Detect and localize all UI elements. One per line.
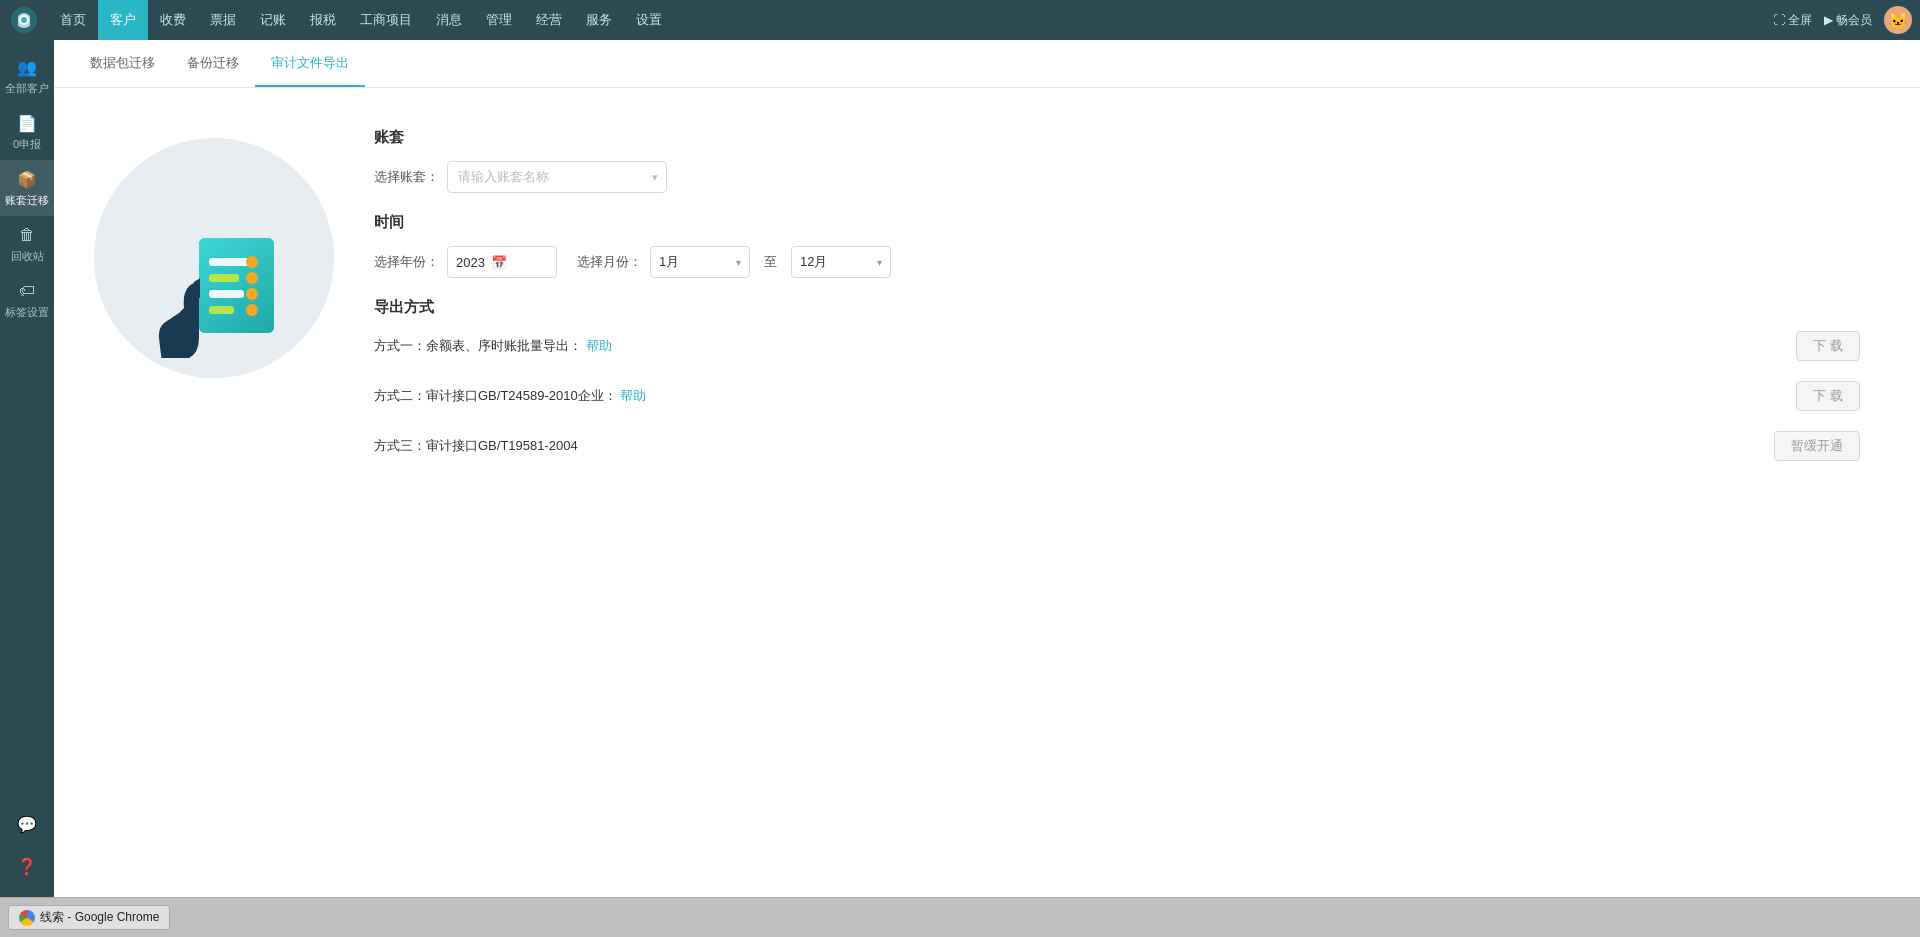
content-area: 数据包迁移 备份迁移 审计文件导出 (54, 40, 1920, 897)
account-placeholder: 请输入账套名称 (458, 168, 549, 186)
member-button[interactable]: ▶ 畅会员 (1824, 12, 1872, 29)
method1-label: 方式一：余额表、序时账批量导出： 帮助 (374, 337, 612, 355)
svg-rect-7 (209, 290, 244, 298)
chrome-icon (19, 910, 35, 926)
sidebar-item-tag-settings[interactable]: 🏷 标签设置 (0, 272, 54, 328)
nav-manage[interactable]: 管理 (474, 0, 524, 40)
nav-customers[interactable]: 客户 (98, 0, 148, 40)
taskbar: 线索 - Google Chrome (0, 897, 1920, 937)
account-row: 选择账套： 请输入账套名称 ▾ (374, 161, 1880, 193)
nav-service[interactable]: 服务 (574, 0, 624, 40)
main-layout: 👥 全部客户 📄 0申报 📦 账套迁移 🗑 回收站 🏷 标签设置 💬 ❓ (0, 40, 1920, 897)
year-label: 选择年份： (374, 253, 439, 271)
year-input[interactable]: 2023 📅 (447, 246, 557, 278)
month-end-select[interactable]: 12月 ▾ (791, 246, 891, 278)
top-right-actions: ⛶ 全屏 ▶ 畅会员 🐱 (1773, 6, 1912, 34)
illustration-area (94, 118, 334, 867)
account-chevron-icon: ▾ (652, 171, 658, 184)
method2-help-link[interactable]: 帮助 (620, 388, 646, 403)
help-icon: ❓ (16, 855, 38, 877)
to-label: 至 (758, 253, 783, 271)
page-content: 账套 选择账套： 请输入账套名称 ▾ 时间 选择年份： 2023 (54, 88, 1920, 897)
svg-point-10 (246, 272, 258, 284)
svg-point-9 (246, 256, 258, 268)
method2-download-button[interactable]: 下 载 (1796, 381, 1860, 411)
month-start-select[interactable]: 1月 ▾ (650, 246, 750, 278)
export-section-title: 导出方式 (374, 298, 1880, 317)
nav-settings[interactable]: 设置 (624, 0, 674, 40)
account-label: 选择账套： (374, 168, 439, 186)
method1-download-button[interactable]: 下 载 (1796, 331, 1860, 361)
chat-icon: 💬 (16, 813, 38, 835)
account-migration-icon: 📦 (16, 168, 38, 190)
month-end-chevron-icon: ▾ (877, 257, 882, 268)
fullscreen-icon: ⛶ (1773, 13, 1785, 27)
accounts-section-title: 账套 (374, 128, 1880, 147)
recycle-bin-icon: 🗑 (16, 224, 38, 246)
illustration-circle (94, 138, 334, 378)
svg-rect-6 (209, 274, 239, 282)
tab-data-migration[interactable]: 数据包迁移 (74, 41, 171, 87)
sidebar-chat-button[interactable]: 💬 (0, 805, 54, 843)
form-area: 账套 选择账套： 请输入账套名称 ▾ 时间 选择年份： 2023 (374, 118, 1880, 867)
left-sidebar: 👥 全部客户 📄 0申报 📦 账套迁移 🗑 回收站 🏷 标签设置 💬 ❓ (0, 40, 54, 897)
svg-rect-8 (209, 306, 234, 314)
account-input[interactable]: 请输入账套名称 ▾ (447, 161, 667, 193)
calendar-icon: 📅 (491, 255, 507, 270)
nav-fees[interactable]: 收费 (148, 0, 198, 40)
sidebar-item-all-customers[interactable]: 👥 全部客户 (0, 48, 54, 104)
tab-backup-migration[interactable]: 备份迁移 (171, 41, 255, 87)
export-method-2: 方式二：审计接口GB/T24589-2010企业： 帮助 下 载 (374, 381, 1880, 411)
video-icon: ▶ (1824, 13, 1833, 27)
month-start-chevron-icon: ▾ (736, 257, 741, 268)
sidebar-item-recycle-bin[interactable]: 🗑 回收站 (0, 216, 54, 272)
sidebar-help-button[interactable]: ❓ (0, 847, 54, 885)
svg-rect-4 (199, 238, 274, 333)
nav-business[interactable]: 工商项目 (348, 0, 424, 40)
taskbar-chrome-item[interactable]: 线索 - Google Chrome (8, 905, 170, 930)
time-row: 选择年份： 2023 📅 选择月份： 1月 ▾ 至 12月 (374, 246, 1880, 278)
method3-open-button[interactable]: 暂缓开通 (1774, 431, 1860, 461)
tag-settings-icon: 🏷 (16, 280, 38, 302)
nav-accounting[interactable]: 记账 (248, 0, 298, 40)
method3-label: 方式三：审计接口GB/T19581-2004 (374, 437, 578, 455)
svg-point-11 (246, 288, 258, 300)
time-section-title: 时间 (374, 213, 1880, 232)
month-label: 选择月份： (577, 253, 642, 271)
nav-menu: 首页 客户 收费 票据 记账 报税 工商项目 消息 管理 经营 服务 设置 (48, 0, 1773, 40)
svg-point-2 (21, 17, 27, 23)
tab-audit-export[interactable]: 审计文件导出 (255, 41, 365, 87)
nav-tax[interactable]: 报税 (298, 0, 348, 40)
nav-business2[interactable]: 经营 (524, 0, 574, 40)
top-navigation: 首页 客户 收费 票据 记账 报税 工商项目 消息 管理 经营 服务 设置 ⛶ … (0, 0, 1920, 40)
zero-declaration-icon: 📄 (16, 112, 38, 134)
sidebar-item-account-migration[interactable]: 📦 账套迁移 (0, 160, 54, 216)
fullscreen-button[interactable]: ⛶ 全屏 (1773, 12, 1812, 29)
export-method-1: 方式一：余额表、序时账批量导出： 帮助 下 载 (374, 331, 1880, 361)
method1-help-link[interactable]: 帮助 (586, 338, 612, 353)
method2-label: 方式二：审计接口GB/T24589-2010企业： 帮助 (374, 387, 646, 405)
nav-invoices[interactable]: 票据 (198, 0, 248, 40)
nav-home[interactable]: 首页 (48, 0, 98, 40)
app-logo (8, 4, 40, 36)
user-avatar[interactable]: 🐱 (1884, 6, 1912, 34)
svg-rect-5 (209, 258, 249, 266)
export-method-3: 方式三：审计接口GB/T19581-2004 暂缓开通 (374, 431, 1880, 461)
all-customers-icon: 👥 (16, 56, 38, 78)
sidebar-bottom: 💬 ❓ (0, 805, 54, 897)
tab-bar: 数据包迁移 备份迁移 审计文件导出 (54, 40, 1920, 88)
nav-message[interactable]: 消息 (424, 0, 474, 40)
sidebar-item-zero-declaration[interactable]: 📄 0申报 (0, 104, 54, 160)
svg-point-12 (246, 304, 258, 316)
